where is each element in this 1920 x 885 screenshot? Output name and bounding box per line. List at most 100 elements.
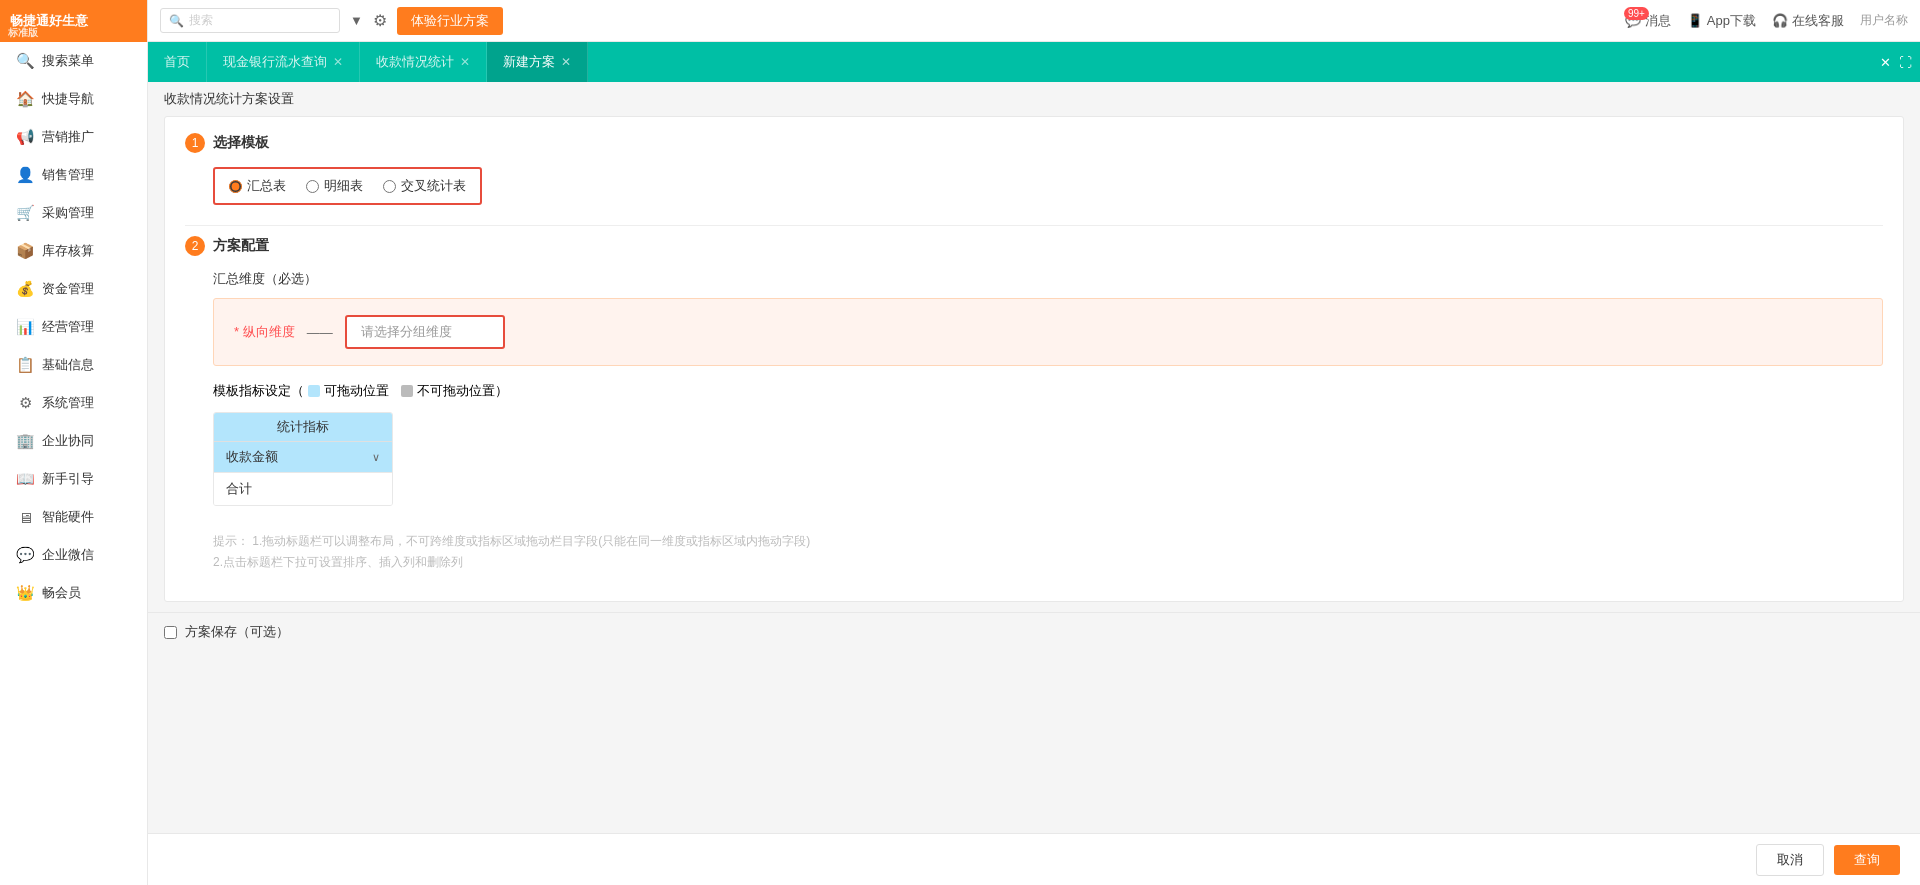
metrics-col-dropdown-icon[interactable]: ∨ xyxy=(372,451,380,464)
tab-cashflow-close[interactable]: ✕ xyxy=(333,55,343,69)
tip-line-2: 2.点击标题栏下拉可设置排序、插入列和删除列 xyxy=(213,554,1883,571)
save-checkbox[interactable] xyxy=(164,626,177,639)
tab-receipts[interactable]: 收款情况统计 ✕ xyxy=(360,42,487,82)
sidebar-item-management[interactable]: 📊 经营管理 xyxy=(0,308,147,346)
home-icon: 🏠 xyxy=(16,90,34,108)
tab-newplan-label: 新建方案 xyxy=(503,53,555,71)
sidebar: 畅捷通好生意 标准版 🔍 搜索菜单 🏠 快捷导航 📢 营销推广 👤 销售管理 🛒… xyxy=(0,0,148,885)
gear-icon[interactable]: ⚙ xyxy=(373,11,387,30)
section2-title: 方案配置 xyxy=(213,237,269,255)
sidebar-item-corp[interactable]: 🏢 企业协同 xyxy=(0,422,147,460)
sidebar-item-label: 基础信息 xyxy=(42,356,94,374)
finance-icon: 💰 xyxy=(16,280,34,298)
save-option-bar: 方案保存（可选） xyxy=(148,612,1920,651)
dimension-row: * 纵向维度 —— 请选择分组维度 xyxy=(234,315,1862,349)
form-card: 1 选择模板 汇总表 明细表 交叉统计表 xyxy=(164,116,1904,602)
tip-line-1: 提示： 1.拖动标题栏可以调整布局，不可跨维度或指标区域拖动栏目字段(只能在同一… xyxy=(213,533,1883,550)
metrics-section: 模板指标设定（ 可拖动位置 不可拖动位置） 统计指标 收款金额 ∨ 合计 xyxy=(213,382,1883,509)
sidebar-item-marketing[interactable]: 📢 营销推广 xyxy=(0,118,147,156)
sidebar-logo: 畅捷通好生意 标准版 xyxy=(0,0,147,42)
close-window-icon[interactable]: ✕ xyxy=(1880,55,1891,70)
tab-receipts-label: 收款情况统计 xyxy=(376,53,454,71)
sidebar-item-purchase[interactable]: 🛒 采购管理 xyxy=(0,194,147,232)
radio-summary-label: 汇总表 xyxy=(247,177,286,195)
main-area: 🔍 搜索 ▼ ⚙ 体验行业方案 💬 99+ 消息 📱 App下载 🎧 在线客服 … xyxy=(148,0,1920,885)
footer-bar: 取消 查询 xyxy=(148,833,1920,885)
undraggable-legend-label: 不可拖动位置） xyxy=(417,382,508,400)
tab-receipts-close[interactable]: ✕ xyxy=(460,55,470,69)
management-icon: 📊 xyxy=(16,318,34,336)
config-section: 汇总维度（必选） * 纵向维度 —— 请选择分组维度 模板指标设定（ xyxy=(213,270,1883,585)
section2-num: 2 xyxy=(185,236,205,256)
sidebar-item-label: 采购管理 xyxy=(42,204,94,222)
radio-summary-input[interactable] xyxy=(229,180,242,193)
service-button[interactable]: 🎧 在线客服 xyxy=(1772,12,1844,30)
tab-cashflow[interactable]: 现金银行流水查询 ✕ xyxy=(207,42,360,82)
sidebar-item-hardware[interactable]: 🖥 智能硬件 xyxy=(0,498,147,536)
section1-num: 1 xyxy=(185,133,205,153)
tab-home[interactable]: 首页 xyxy=(148,42,207,82)
metrics-row-total: 合计 xyxy=(214,473,392,505)
topbar-dropdown-icon[interactable]: ▼ xyxy=(350,13,363,28)
metrics-header-text: 模板指标设定（ xyxy=(213,382,304,400)
sidebar-item-member[interactable]: 👑 畅会员 xyxy=(0,574,147,612)
template-selector: 汇总表 明细表 交叉统计表 xyxy=(213,167,482,205)
topbar-right: 💬 99+ 消息 📱 App下载 🎧 在线客服 用户名称 xyxy=(1625,12,1908,30)
sidebar-item-guide[interactable]: 📖 新手引导 xyxy=(0,460,147,498)
sidebar-item-inventory[interactable]: 📦 库存核算 xyxy=(0,232,147,270)
undraggable-legend-dot xyxy=(401,385,413,397)
radio-detail-input[interactable] xyxy=(306,180,319,193)
sidebar-item-label: 经营管理 xyxy=(42,318,94,336)
app-edition: 标准版 xyxy=(8,26,38,40)
service-icon: 🎧 xyxy=(1772,13,1788,28)
row-dimension-label: * 纵向维度 xyxy=(234,323,295,341)
radio-cross-label: 交叉统计表 xyxy=(401,177,466,195)
radio-cross[interactable]: 交叉统计表 xyxy=(383,177,466,195)
content-spacer xyxy=(148,651,1920,833)
sidebar-item-label: 企业协同 xyxy=(42,432,94,450)
topbar-search[interactable]: 🔍 搜索 xyxy=(160,8,340,33)
sidebar-item-search[interactable]: 🔍 搜索菜单 xyxy=(0,42,147,80)
sidebar-item-basic[interactable]: 📋 基础信息 xyxy=(0,346,147,384)
tab-home-label: 首页 xyxy=(164,53,190,71)
maximize-window-icon[interactable]: ⛶ xyxy=(1899,55,1912,70)
cancel-button[interactable]: 取消 xyxy=(1756,844,1824,876)
metrics-header-row: 模板指标设定（ 可拖动位置 不可拖动位置） xyxy=(213,382,1883,400)
section1-header: 1 选择模板 xyxy=(185,133,1883,153)
sidebar-item-weixin[interactable]: 💬 企业微信 xyxy=(0,536,147,574)
dimension-select[interactable]: 请选择分组维度 xyxy=(345,315,505,349)
trial-button[interactable]: 体验行业方案 xyxy=(397,7,503,35)
metrics-table-title: 统计指标 xyxy=(214,413,392,442)
sidebar-item-label: 销售管理 xyxy=(42,166,94,184)
search-icon-small: 🔍 xyxy=(169,14,184,28)
download-button[interactable]: 📱 App下载 xyxy=(1687,12,1756,30)
sidebar-item-finance[interactable]: 💰 资金管理 xyxy=(0,270,147,308)
search-text: 搜索 xyxy=(189,12,213,29)
dimension-area: * 纵向维度 —— 请选择分组维度 xyxy=(213,298,1883,366)
content-area: 收款情况统计方案设置 1 选择模板 汇总表 明细表 xyxy=(148,82,1920,833)
arrow-icon: —— xyxy=(307,325,333,340)
metrics-col-name: 收款金额 xyxy=(226,448,278,466)
sidebar-item-label: 营销推广 xyxy=(42,128,94,146)
tab-newplan-close[interactable]: ✕ xyxy=(561,55,571,69)
user-name: 用户名称 xyxy=(1860,12,1908,29)
corp-icon: 🏢 xyxy=(16,432,34,450)
sidebar-item-label: 智能硬件 xyxy=(42,508,94,526)
topbar: 🔍 搜索 ▼ ⚙ 体验行业方案 💬 99+ 消息 📱 App下载 🎧 在线客服 … xyxy=(148,0,1920,42)
tab-newplan[interactable]: 新建方案 ✕ xyxy=(487,42,588,82)
draggable-legend-label: 可拖动位置 xyxy=(324,382,389,400)
sidebar-item-system[interactable]: ⚙ 系统管理 xyxy=(0,384,147,422)
radio-cross-input[interactable] xyxy=(383,180,396,193)
message-button[interactable]: 💬 99+ 消息 xyxy=(1625,12,1671,30)
guide-icon: 📖 xyxy=(16,470,34,488)
radio-summary[interactable]: 汇总表 xyxy=(229,177,286,195)
tab-cashflow-label: 现金银行流水查询 xyxy=(223,53,327,71)
download-label: App下载 xyxy=(1707,12,1756,30)
hardware-icon: 🖥 xyxy=(16,509,34,526)
metrics-table: 统计指标 收款金额 ∨ 合计 xyxy=(213,412,393,506)
radio-detail[interactable]: 明细表 xyxy=(306,177,363,195)
sidebar-item-nav[interactable]: 🏠 快捷导航 xyxy=(0,80,147,118)
sidebar-item-label: 系统管理 xyxy=(42,394,94,412)
sidebar-item-sales[interactable]: 👤 销售管理 xyxy=(0,156,147,194)
query-button[interactable]: 查询 xyxy=(1834,845,1900,875)
